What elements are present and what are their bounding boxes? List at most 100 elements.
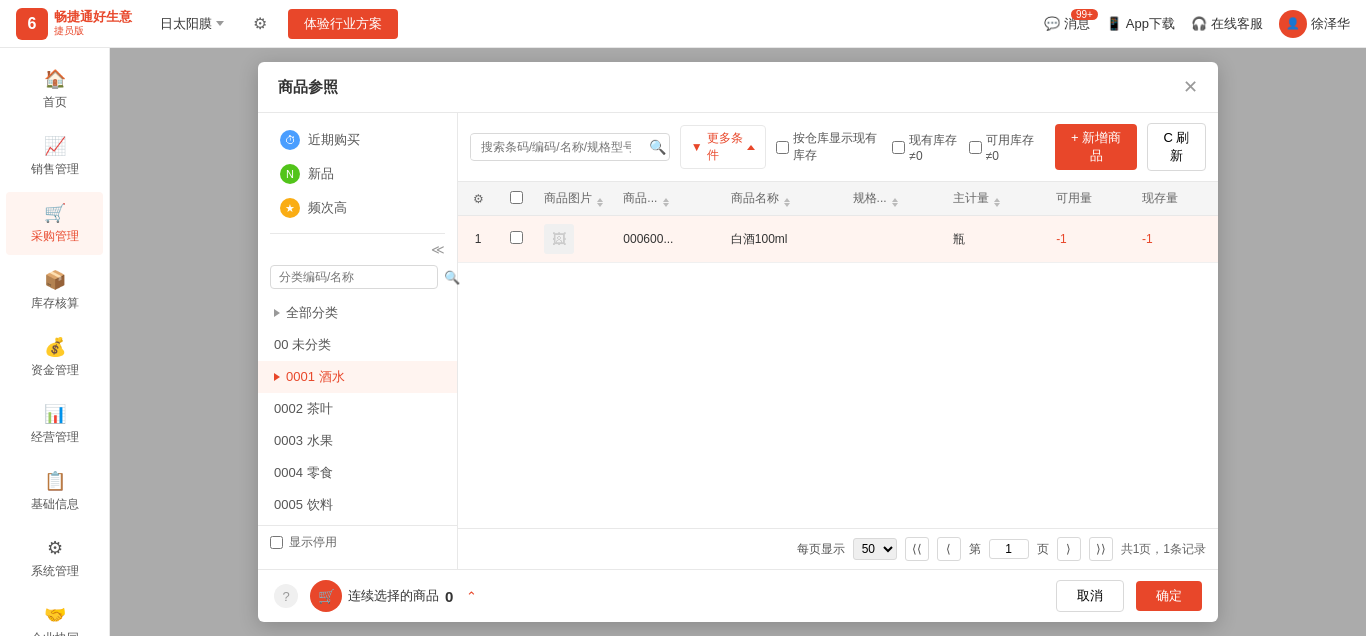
row-name: 白酒100ml: [721, 216, 843, 263]
basic-icon: 📋: [44, 470, 66, 492]
prev-page-button[interactable]: ⟨: [937, 537, 961, 561]
cat-label-fruit: 0003 水果: [274, 432, 333, 450]
th-available[interactable]: 可用量: [1046, 182, 1132, 216]
display-disabled-checkbox[interactable]: [270, 536, 283, 549]
available-checkbox[interactable]: [969, 141, 982, 154]
sidebar-item-inventory[interactable]: 📦 库存核算: [6, 259, 103, 322]
collapse-cart-button[interactable]: ⌃: [459, 584, 483, 608]
add-product-button[interactable]: + 新增商品: [1055, 124, 1137, 170]
modal-close-button[interactable]: ✕: [1183, 76, 1198, 98]
per-page-select[interactable]: 50: [853, 538, 897, 560]
search-box: 🔍: [470, 133, 670, 161]
logo-icon: 6: [16, 8, 48, 40]
row-checkbox[interactable]: [510, 231, 523, 244]
help-button[interactable]: ?: [274, 584, 298, 608]
category-search-row: 🔍: [258, 261, 457, 293]
stock-checkbox-label[interactable]: 现有库存≠0: [892, 132, 958, 163]
sidebar-item-finance[interactable]: 💰 资金管理: [6, 326, 103, 389]
left-panel: ⏱ 近期购买 N 新品 ★ 频次高: [258, 113, 458, 569]
user-area[interactable]: 👤 徐泽华: [1279, 10, 1350, 38]
next-page-button[interactable]: ⟩: [1057, 537, 1081, 561]
warehouse-checkbox[interactable]: [776, 141, 789, 154]
cat-item-tea[interactable]: 0002 茶叶: [258, 393, 457, 425]
cart-area: 🛒 连续选择的商品 0 ⌃: [310, 580, 483, 612]
select-all-checkbox[interactable]: [510, 191, 523, 204]
confirm-button[interactable]: 确定: [1136, 581, 1202, 611]
th-name[interactable]: 商品名称: [721, 182, 843, 216]
messages-button[interactable]: 💬 消息 99+: [1044, 15, 1090, 33]
trial-button[interactable]: 体验行业方案: [288, 9, 398, 39]
sidebar-item-home[interactable]: 🏠 首页: [6, 58, 103, 121]
logo-text-area: 畅捷通好生意 捷员版: [54, 9, 132, 39]
cat-item-beverage[interactable]: 0005 饮料: [258, 489, 457, 521]
sidebar-item-enterprise[interactable]: 🤝 企业协同: [6, 594, 103, 636]
th-stock[interactable]: 现存量: [1132, 182, 1218, 216]
enterprise-icon: 🤝: [44, 604, 66, 626]
th-gear: ⚙: [458, 182, 498, 216]
cat-item-fruit[interactable]: 0003 水果: [258, 425, 457, 457]
sort-spec-icon: [892, 198, 898, 207]
settings-button[interactable]: ⚙: [244, 8, 276, 40]
category-search-input[interactable]: [270, 265, 438, 289]
cat-item-snack[interactable]: 0004 零食: [258, 457, 457, 489]
available-checkbox-label[interactable]: 可用库存≠0: [969, 132, 1035, 163]
cancel-button[interactable]: 取消: [1056, 580, 1124, 612]
page-label-2: 页: [1037, 541, 1049, 558]
cat-item-liquor[interactable]: 0001 酒水: [258, 361, 457, 393]
sidebar-label-finance: 资金管理: [31, 362, 79, 379]
first-page-button[interactable]: ⟨⟨: [905, 537, 929, 561]
sidebar: 🏠 首页 📈 销售管理 🛒 采购管理 📦 库存核算 💰 资金管理 📊 经营管理 …: [0, 48, 110, 636]
purchase-icon: 🛒: [44, 202, 66, 224]
sidebar-item-basic[interactable]: 📋 基础信息: [6, 460, 103, 523]
cat-arrow-active-icon: [274, 373, 280, 381]
collapse-button[interactable]: ≪: [258, 242, 457, 257]
last-page-button[interactable]: ⟩⟩: [1089, 537, 1113, 561]
quick-item-recent[interactable]: ⏱ 近期购买: [270, 123, 445, 157]
sidebar-item-sales[interactable]: 📈 销售管理: [6, 125, 103, 188]
quick-item-frequent[interactable]: ★ 频次高: [270, 191, 445, 225]
sidebar-item-management[interactable]: 📊 经营管理: [6, 393, 103, 456]
store-select[interactable]: 日太阳膜: [152, 11, 232, 37]
chevron-down-icon: [216, 21, 224, 26]
row-spec: [843, 216, 943, 263]
th-image-label: 商品图片: [544, 191, 592, 205]
table-body: 1 🖼 000600... 白酒100ml: [458, 216, 1218, 263]
page-input[interactable]: [989, 539, 1029, 559]
sidebar-label-sales: 销售管理: [31, 161, 79, 178]
online-service-button[interactable]: 🎧 在线客服: [1191, 15, 1263, 33]
pagination-area: 每页显示 50 ⟨⟨ ⟨ 第 页 ⟩ ⟩⟩ 共1页，1条记录: [458, 528, 1218, 569]
table-row[interactable]: 1 🖼 000600... 白酒100ml: [458, 216, 1218, 263]
th-unit[interactable]: 主计量: [943, 182, 1046, 216]
product-search-button[interactable]: 🔍: [641, 134, 670, 160]
topbar-center: 日太阳膜 ⚙ 体验行业方案: [152, 8, 1044, 40]
quick-frequent-label: 频次高: [308, 199, 347, 217]
quick-item-new[interactable]: N 新品: [270, 157, 445, 191]
right-panel: 🔍 ▼ 更多条件 按仓库显示现有库存: [458, 113, 1218, 569]
product-thumbnail: 🖼: [544, 224, 574, 254]
available-checkbox-text: 可用库存≠0: [986, 132, 1035, 163]
divider-1: [270, 233, 445, 234]
sort-code-icon: [663, 198, 669, 207]
th-spec-label: 规格...: [853, 191, 887, 205]
th-spec[interactable]: 规格...: [843, 182, 943, 216]
cat-item-all[interactable]: 全部分类: [258, 297, 457, 329]
app-download-button[interactable]: 📱 App下载: [1106, 15, 1175, 33]
th-code[interactable]: 商品...: [613, 182, 720, 216]
new-icon: N: [280, 164, 300, 184]
filter-button[interactable]: ▼ 更多条件: [680, 125, 766, 169]
warehouse-checkbox-label[interactable]: 按仓库显示现有库存: [776, 130, 882, 164]
cat-item-unclassified[interactable]: 00 未分类: [258, 329, 457, 361]
quick-new-label: 新品: [308, 165, 334, 183]
sidebar-label-purchase: 采购管理: [31, 228, 79, 245]
sidebar-item-purchase[interactable]: 🛒 采购管理: [6, 192, 103, 255]
stock-checkbox[interactable]: [892, 141, 905, 154]
refresh-button[interactable]: C 刷新: [1147, 123, 1206, 171]
finance-icon: 💰: [44, 336, 66, 358]
product-search-input[interactable]: [471, 135, 641, 159]
cat-label-unclassified: 00 未分类: [274, 336, 331, 354]
cart-icon[interactable]: 🛒: [310, 580, 342, 612]
cat-label-liquor: 0001 酒水: [286, 368, 345, 386]
th-image[interactable]: 商品图片: [534, 182, 613, 216]
cat-arrow-icon: [274, 309, 280, 317]
sidebar-item-system[interactable]: ⚙ 系统管理: [6, 527, 103, 590]
